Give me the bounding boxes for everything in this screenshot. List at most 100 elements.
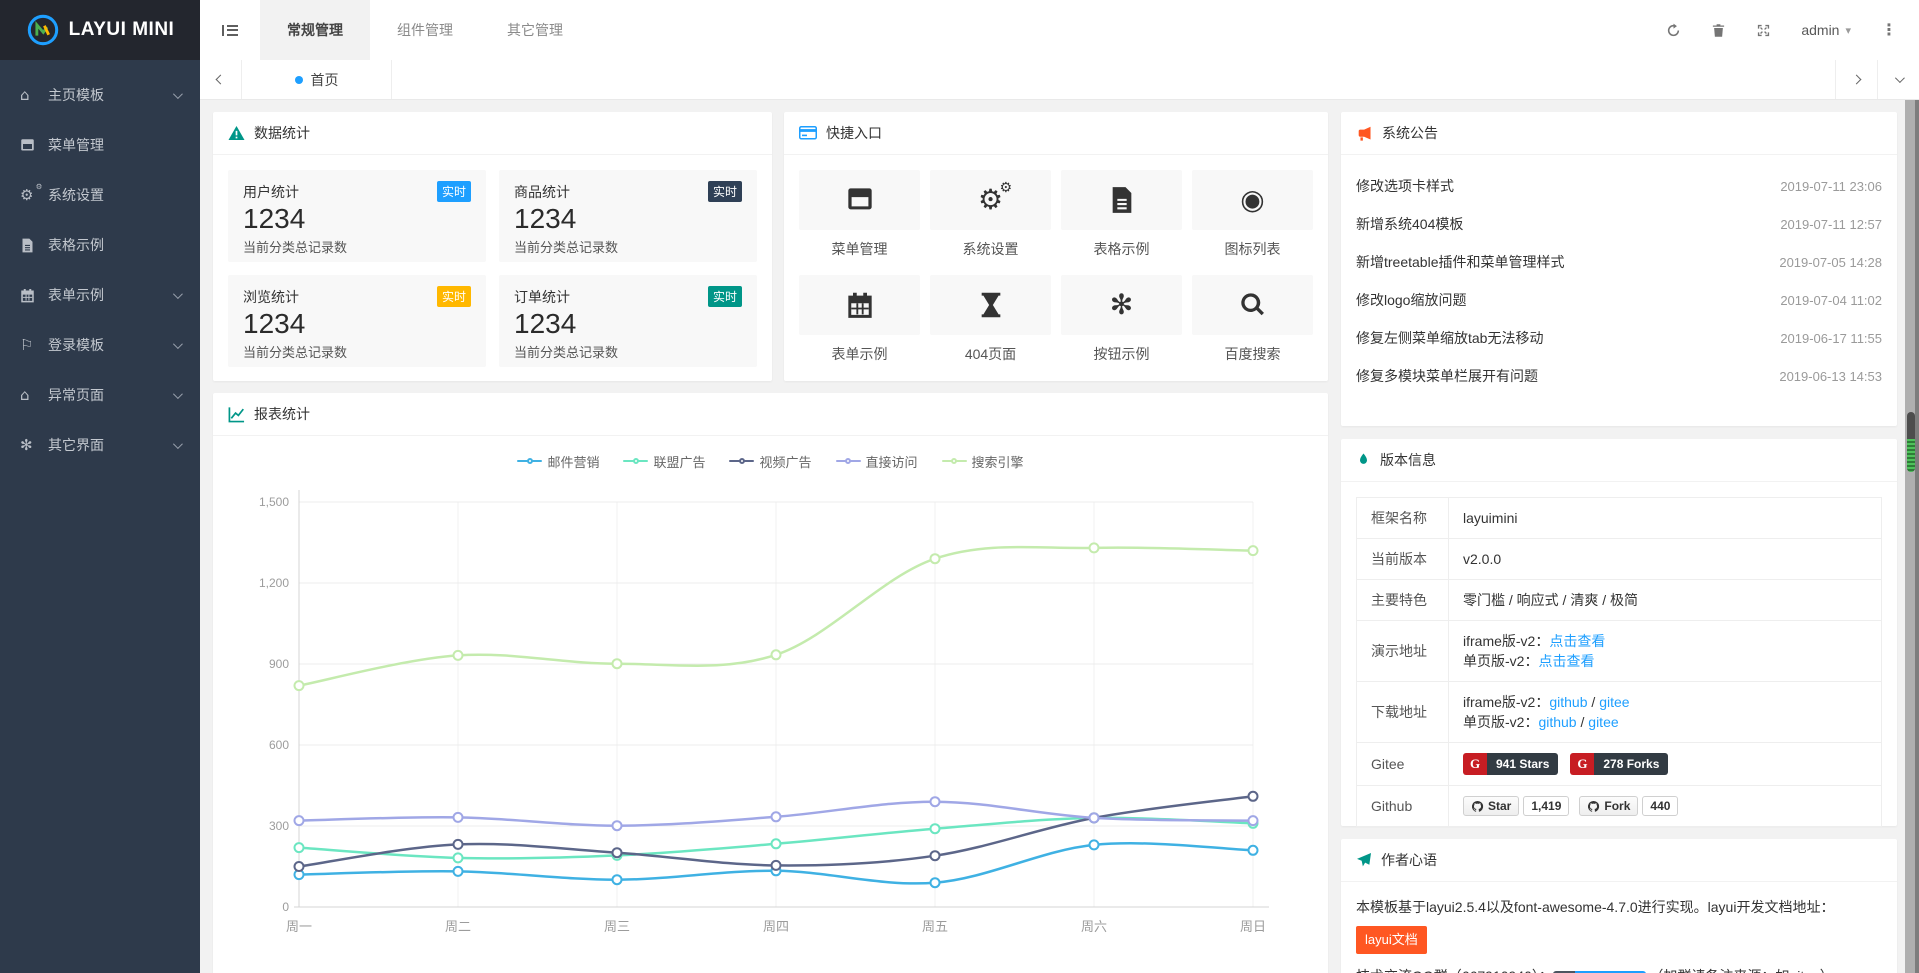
tab-scroll-left-button[interactable] xyxy=(200,60,242,99)
legend-item-4[interactable]: 搜索引擎 xyxy=(942,450,1024,472)
card-title: 作者心语 xyxy=(1381,850,1437,870)
stat-card: 浏览统计实时1234当前分类总记录数 xyxy=(228,275,486,367)
more-options-icon[interactable]: ⋮ xyxy=(1881,22,1897,38)
sidebar: LAYUI MINI ⌂主页模板菜单管理⚙⚙系统设置表格示例表单示例⚐登录模板⌂… xyxy=(0,0,200,973)
legend-marker xyxy=(942,457,967,466)
sidebar-item-3[interactable]: 表格示例 xyxy=(0,220,200,270)
tab-strip: 首页 xyxy=(200,60,1919,100)
link[interactable]: 点击查看 xyxy=(1549,633,1605,649)
gears-icon: ⚙⚙ xyxy=(20,188,33,203)
legend-item-0[interactable]: 邮件营销 xyxy=(517,450,599,472)
quick-entry-3[interactable]: ◉图标列表 xyxy=(1192,170,1313,259)
dot-circle-icon: ◉ xyxy=(1240,186,1264,214)
notice-list: 修改选项卡样式2019-07-11 23:06新增系统404模板2019-07-… xyxy=(1341,155,1897,395)
page-content: 数据统计 用户统计实时1234当前分类总记录数商品统计实时1234当前分类总记录… xyxy=(200,100,1905,973)
quick-entry-4[interactable]: 表单示例 xyxy=(799,275,920,364)
quick-entry-2[interactable]: 表格示例 xyxy=(1061,170,1182,259)
pen-icon xyxy=(1356,452,1371,468)
notice-item[interactable]: 修复左侧菜单缩放tab无法移动2019-06-17 11:55 xyxy=(1356,319,1882,357)
table-row: 下载地址iframe版-v2：github / gitee单页版-v2：gith… xyxy=(1357,682,1882,743)
menu-fold-icon xyxy=(222,25,238,36)
sidebar-item-6[interactable]: ⌂异常页面 xyxy=(0,370,200,420)
tab-home[interactable]: 首页 xyxy=(242,60,392,99)
refresh-icon[interactable] xyxy=(1666,23,1681,38)
chevron-down-icon xyxy=(173,89,183,99)
octocat-icon xyxy=(1471,800,1484,813)
app-logo[interactable]: LAYUI MINI xyxy=(0,0,200,60)
sidebar-item-label: 系统设置 xyxy=(48,185,180,205)
author-text: 本模板基于layui2.5.4以及font-awesome-4.7.0进行实现。… xyxy=(1341,882,1897,973)
table-row: 主要特色零门槛 / 响应式 / 清爽 / 极简 xyxy=(1357,580,1882,621)
table-row: 框架名称layuimini xyxy=(1357,498,1882,539)
module-tab-1[interactable]: 组件管理 xyxy=(370,0,480,60)
warning-icon xyxy=(228,125,245,141)
scrollbar-thumb[interactable] xyxy=(1907,412,1915,472)
version-row-label: 主要特色 xyxy=(1357,580,1449,621)
notice-item[interactable]: 修复多模块菜单栏展开有问题2019-06-13 14:53 xyxy=(1356,357,1882,395)
notice-item[interactable]: 新增treetable插件和菜单管理样式2019-07-05 14:28 xyxy=(1356,243,1882,281)
quick-entry-label: 按钮示例 xyxy=(1061,344,1182,364)
legend-item-2[interactable]: 视频广告 xyxy=(729,450,811,472)
github-count[interactable]: 1,419 xyxy=(1523,796,1569,816)
clear-cache-icon[interactable] xyxy=(1711,23,1726,38)
sidebar-item-5[interactable]: ⚐登录模板 xyxy=(0,320,200,370)
gitee-badge[interactable]: G278 Forks xyxy=(1570,753,1668,775)
link[interactable]: github xyxy=(1538,714,1576,730)
quick-entry-7[interactable]: 百度搜索 xyxy=(1192,275,1313,364)
quick-entry-6[interactable]: ✻按钮示例 xyxy=(1061,275,1182,364)
github-count[interactable]: 440 xyxy=(1642,796,1678,816)
sidebar-item-4[interactable]: 表单示例 xyxy=(0,270,200,320)
chevron-down-icon xyxy=(173,339,183,349)
legend-item-3[interactable]: 直接访问 xyxy=(836,450,918,472)
tab-strip-spacer xyxy=(392,60,1835,99)
window-icon xyxy=(20,138,35,153)
card-title: 快捷入口 xyxy=(826,123,882,143)
sidebar-item-1[interactable]: 菜单管理 xyxy=(0,120,200,170)
sidebar-item-0[interactable]: ⌂主页模板 xyxy=(0,70,200,120)
text: / xyxy=(1577,714,1589,730)
page-scrollbar[interactable] xyxy=(1905,100,1919,973)
user-menu[interactable]: admin ▾ xyxy=(1801,22,1851,38)
module-tab-0[interactable]: 常规管理 xyxy=(260,0,370,60)
sidebar-item-2[interactable]: ⚙⚙ 系统设置 xyxy=(0,170,200,220)
github-fork-button[interactable]: Fork xyxy=(1579,796,1638,816)
link[interactable]: 点击查看 xyxy=(1538,653,1594,669)
home-icon: ⌂ xyxy=(20,388,30,403)
module-tab-2[interactable]: 其它管理 xyxy=(480,0,590,60)
svg-text:900: 900 xyxy=(269,657,289,671)
quick-entry-1[interactable]: ⚙⚙系统设置 xyxy=(930,170,1051,259)
stat-label: 浏览统计 xyxy=(243,287,299,307)
link[interactable]: gitee xyxy=(1599,694,1629,710)
notice-item[interactable]: 修改选项卡样式2019-07-11 23:06 xyxy=(1356,167,1882,205)
sidebar-item-7[interactable]: ✻其它界面 xyxy=(0,420,200,470)
notice-item[interactable]: 修改logo缩放问题2019-07-04 11:02 xyxy=(1356,281,1882,319)
legend-item-1[interactable]: 联盟广告 xyxy=(623,450,705,472)
quick-entry-0[interactable]: 菜单管理 xyxy=(799,170,920,259)
notice-item[interactable]: 新增系统404模板2019-07-11 12:57 xyxy=(1356,205,1882,243)
fullscreen-icon[interactable] xyxy=(1756,23,1771,38)
quick-entry-5[interactable]: 404页面 xyxy=(930,275,1051,364)
github-star-button[interactable]: Star xyxy=(1463,796,1519,816)
calendar-icon xyxy=(20,288,35,303)
quick-entry-grid: 菜单管理⚙⚙系统设置表格示例◉图标列表表单示例404页面✻按钮示例百度搜索 xyxy=(784,155,1328,379)
menu-fold-button[interactable] xyxy=(200,0,260,60)
link[interactable]: github xyxy=(1549,694,1587,710)
link[interactable]: gitee xyxy=(1588,714,1618,730)
svg-text:300: 300 xyxy=(269,819,289,833)
tab-scroll-right-button[interactable] xyxy=(1835,60,1877,99)
status-badge: 实时 xyxy=(708,286,742,307)
paper-plane-icon xyxy=(1356,852,1372,868)
notice-date: 2019-06-17 11:55 xyxy=(1780,331,1882,346)
legend-marker xyxy=(623,457,648,466)
tab-operations-button[interactable] xyxy=(1877,60,1919,99)
layui-doc-badge[interactable]: layui文档 xyxy=(1356,926,1427,955)
stat-label: 用户统计 xyxy=(243,182,299,202)
sidebar-item-label: 其它界面 xyxy=(48,435,173,455)
svg-text:周五: 周五 xyxy=(922,919,948,934)
svg-text:1,200: 1,200 xyxy=(259,576,289,590)
text: / xyxy=(1588,694,1600,710)
version-row-label: Gitee xyxy=(1357,743,1449,786)
svg-text:周一: 周一 xyxy=(286,919,312,934)
version-row-label: 下载地址 xyxy=(1357,682,1449,743)
gitee-badge[interactable]: G941 Stars xyxy=(1463,753,1558,775)
